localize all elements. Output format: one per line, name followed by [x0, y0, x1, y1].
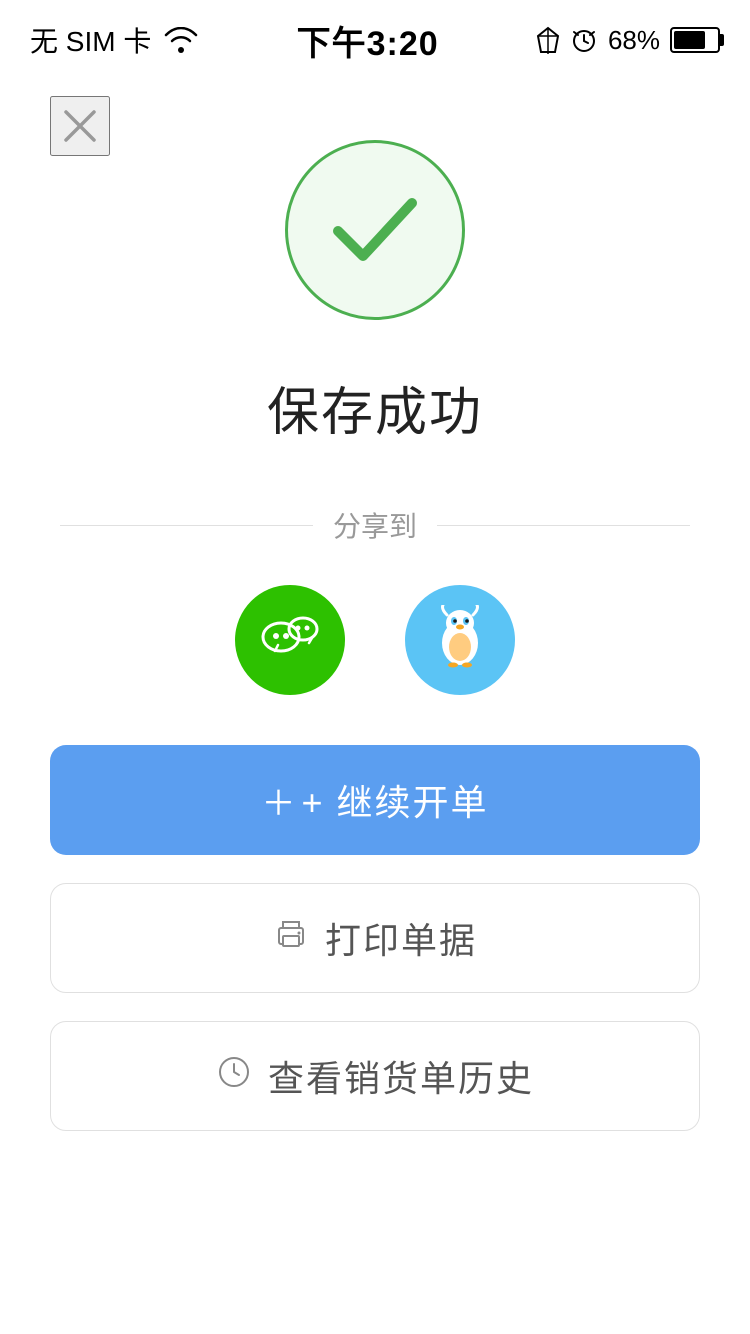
- wechat-icon: [255, 605, 325, 675]
- printer-icon: [273, 916, 309, 961]
- success-title: 保存成功: [267, 370, 483, 445]
- battery-percentage: 68%: [608, 25, 660, 56]
- share-section: 分享到: [0, 505, 750, 695]
- qq-share-button[interactable]: [405, 585, 515, 695]
- qq-icon: [425, 605, 495, 675]
- actions-section: ＋ + 继续开单 打印单据 查看销货单历: [0, 745, 750, 1131]
- print-button[interactable]: 打印单据: [50, 883, 700, 993]
- continue-button[interactable]: ＋ + 继续开单: [50, 745, 700, 855]
- history-label: 查看销货单历史: [268, 1050, 534, 1102]
- checkmark-icon: [330, 195, 420, 265]
- status-bar: 无 SIM 卡 下午3:20 68%: [0, 0, 750, 80]
- divider-left: [60, 525, 313, 526]
- wifi-icon: [163, 27, 199, 53]
- divider-right: [437, 525, 690, 526]
- close-button[interactable]: [50, 96, 110, 156]
- status-carrier: 无 SIM 卡: [30, 20, 199, 60]
- success-circle: [285, 140, 465, 320]
- main-content: 保存成功 分享到: [0, 80, 750, 1131]
- battery-icon: [670, 27, 720, 53]
- carrier-text: 无 SIM 卡: [30, 20, 151, 60]
- close-icon: [58, 104, 102, 148]
- location-icon: [536, 26, 560, 54]
- status-right: 68%: [536, 25, 720, 56]
- history-button[interactable]: 查看销货单历史: [50, 1021, 700, 1131]
- continue-label: + 继续开单: [301, 774, 488, 826]
- print-label: 打印单据: [325, 912, 477, 964]
- wechat-share-button[interactable]: [235, 585, 345, 695]
- plus-icon: ＋: [261, 776, 295, 825]
- status-time: 下午3:20: [297, 16, 439, 65]
- clock-icon-svg: [216, 1054, 252, 1090]
- printer-icon-svg: [273, 916, 309, 952]
- share-icons-row: [235, 585, 515, 695]
- share-label: 分享到: [313, 505, 437, 545]
- alarm-icon: [570, 26, 598, 54]
- divider-row: 分享到: [0, 505, 750, 545]
- clock-icon: [216, 1054, 252, 1099]
